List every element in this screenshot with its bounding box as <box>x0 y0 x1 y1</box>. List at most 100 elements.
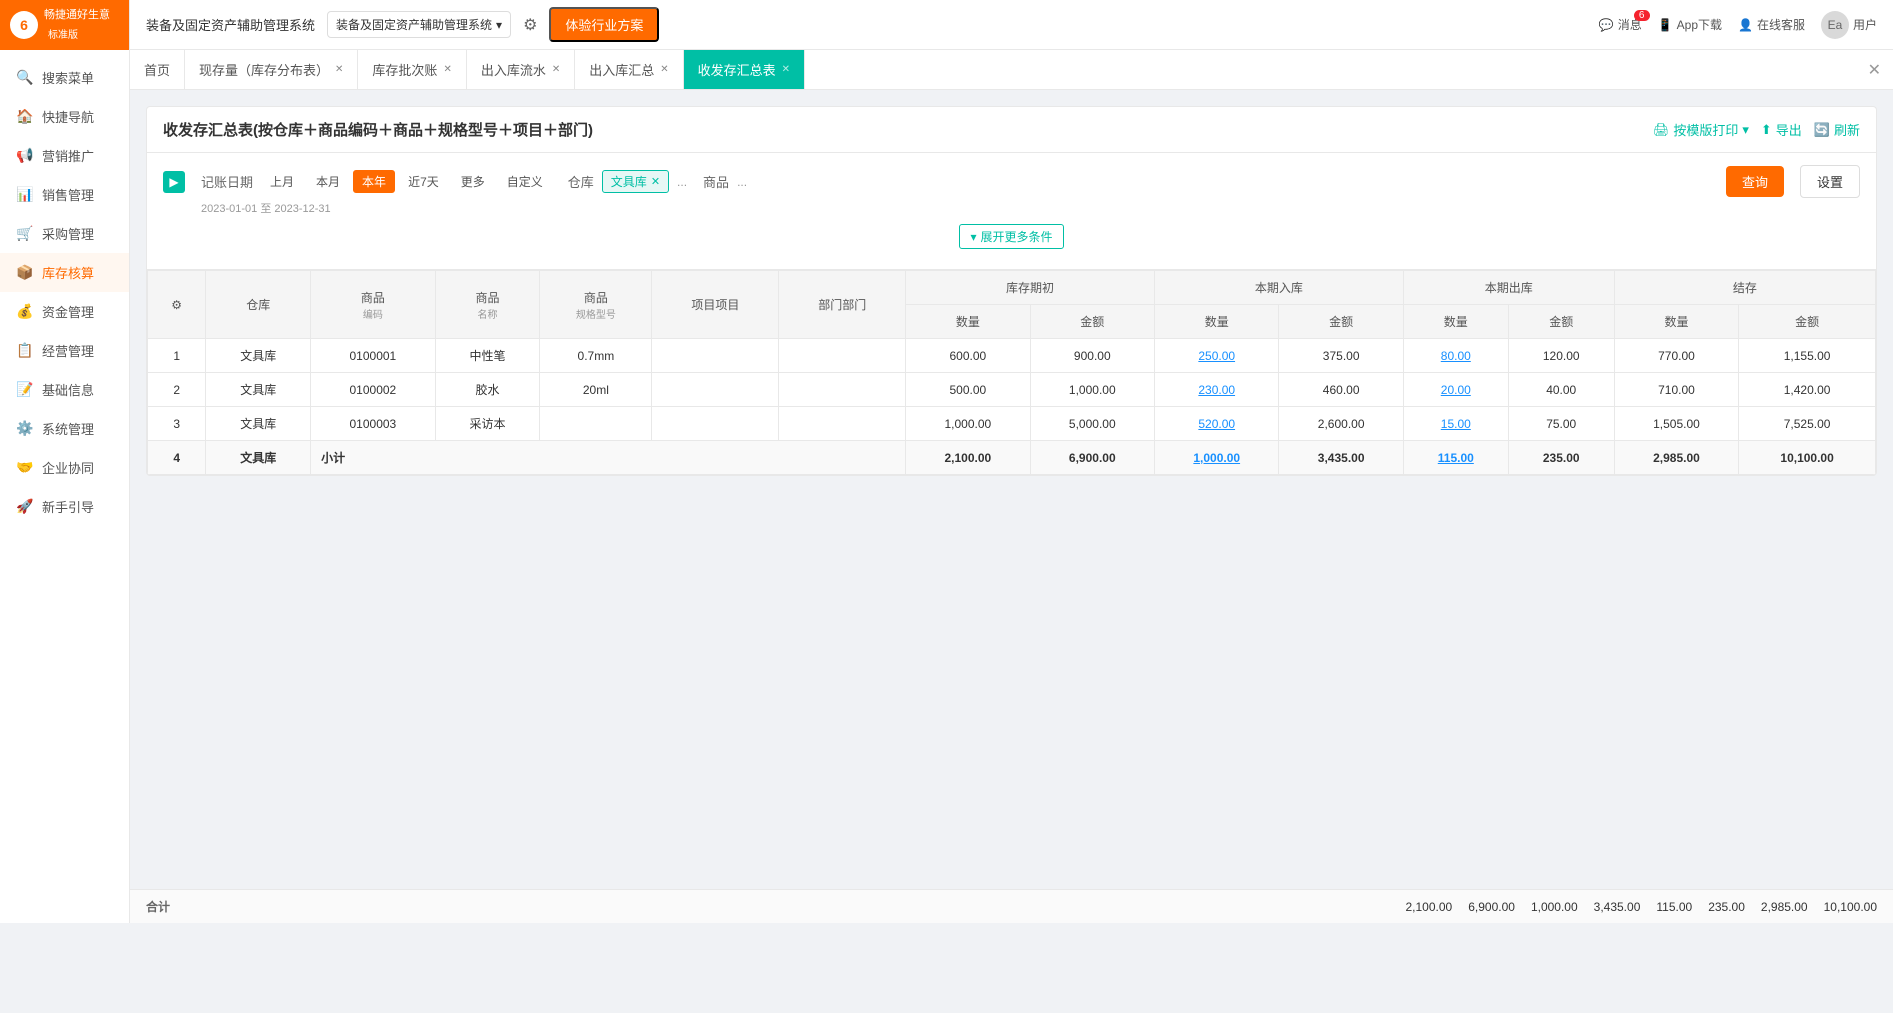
opening-qty-header: 数量 <box>906 305 1030 339</box>
table-row: 2 文具库 0100002 胶水 20ml 500.00 1,000.00 23… <box>148 373 1876 407</box>
collab-icon: 🤝 <box>16 459 34 477</box>
marketing-icon: 📢 <box>16 147 34 165</box>
search-icon: 🔍 <box>16 69 34 87</box>
opening-header: 库存期初 <box>906 271 1155 305</box>
opening-amount-header: 金额 <box>1030 305 1154 339</box>
total-in-qty: 1,000.00 <box>1531 900 1578 914</box>
app-download-button[interactable]: 📱 App下载 <box>1658 16 1722 33</box>
goods-code-header: 商品编码 <box>311 271 435 339</box>
user-menu[interactable]: Ea 用户 <box>1821 11 1877 39</box>
total-out-amount: 235.00 <box>1708 900 1745 914</box>
out-header: 本期出库 <box>1403 271 1614 305</box>
date-btn-7days[interactable]: 近7天 <box>399 170 448 193</box>
topbar-right: 💬 消息 6 📱 App下载 👤 在线客服 Ea 用户 <box>1599 11 1877 39</box>
sidebar-item-purchase[interactable]: 🛒 采购管理 <box>0 214 129 253</box>
export-icon: ⬆ <box>1761 122 1772 138</box>
tab-close-all-button[interactable]: ✕ <box>1856 50 1893 89</box>
purchase-icon: 🛒 <box>16 225 34 243</box>
date-options: 上月 本月 本年 近7天 更多 自定义 <box>261 170 552 193</box>
finance-icon: 💰 <box>16 303 34 321</box>
goods-filter: 商品 ... <box>703 172 747 191</box>
basic-icon: 📝 <box>16 381 34 399</box>
warehouse-more-btn[interactable]: ... <box>677 175 687 189</box>
table-row: 1 文具库 0100001 中性笔 0.7mm 600.00 900.00 25… <box>148 339 1876 373</box>
date-btn-this-year[interactable]: 本年 <box>353 170 395 193</box>
filter-row-1: ▶ 记账日期 上月 本月 本年 近7天 更多 自定义 仓库 文具库 <box>163 165 1860 198</box>
sidebar-item-label: 采购管理 <box>42 224 94 243</box>
tab-close-icon[interactable]: ✕ <box>443 64 451 75</box>
total-out-qty: 115.00 <box>1656 900 1692 914</box>
bottom-total-bar: 合计 2,100.00 6,900.00 1,000.00 3,435.00 1… <box>130 889 1893 923</box>
guide-icon: 🚀 <box>16 498 34 516</box>
sidebar-item-label: 快捷导航 <box>42 107 94 126</box>
print-icon: 🖨 <box>1653 122 1670 138</box>
sidebar-item-marketing[interactable]: 📢 营销推广 <box>0 136 129 175</box>
sidebar-item-guide[interactable]: 🚀 新手引导 <box>0 487 129 526</box>
warehouse-filter: 仓库 文具库 ✕ ... <box>568 170 687 193</box>
goods-more-btn[interactable]: ... <box>737 175 747 189</box>
sidebar-item-operations[interactable]: 📋 经营管理 <box>0 331 129 370</box>
topbar: 装备及固定资产辅助管理系统 装备及固定资产辅助管理系统 ▾ ⚙ 体验行业方案 💬… <box>130 0 1893 50</box>
date-btn-last-month[interactable]: 上月 <box>261 170 303 193</box>
sidebar-item-label: 营销推广 <box>42 146 94 165</box>
sidebar-item-finance[interactable]: 💰 资金管理 <box>0 292 129 331</box>
page-header: 收发存汇总表(按仓库＋商品编码＋商品＋规格型号＋项目＋部门) 🖨 按模版打印 ▾… <box>146 106 1877 152</box>
tab-close-icon[interactable]: ✕ <box>660 64 668 75</box>
tab-close-icon[interactable]: ✕ <box>552 64 560 75</box>
tab-close-icon[interactable]: ✕ <box>335 64 343 75</box>
sidebar-item-label: 库存核算 <box>42 263 94 282</box>
data-table: ⚙ 仓库 商品编码 商品名称 商品规格型号 项目项目 部门部门 库存期初 本期入… <box>146 269 1877 476</box>
system-selector[interactable]: 装备及固定资产辅助管理系统 ▾ <box>327 11 511 38</box>
sidebar-item-sales[interactable]: 📊 销售管理 <box>0 175 129 214</box>
date-btn-this-month[interactable]: 本月 <box>307 170 349 193</box>
tab-batch[interactable]: 库存批次账 ✕ <box>358 50 466 89</box>
sidebar: 6 畅捷通好生意 标准版 🔍 搜索菜单 🏠 快捷导航 📢 营销推广 📊 销售管理… <box>0 0 130 923</box>
sidebar-item-label: 资金管理 <box>42 302 94 321</box>
total-opening-amount: 6,900.00 <box>1468 900 1515 914</box>
settings-btn[interactable]: 设置 <box>1800 165 1860 198</box>
settings-icon[interactable]: ⚙ <box>523 15 537 35</box>
sidebar-item-label: 经营管理 <box>42 341 94 360</box>
operations-icon: 📋 <box>16 342 34 360</box>
expand-filter-button[interactable]: ▾ 展开更多条件 <box>959 224 1063 249</box>
date-range-display: 2023-01-01 至 2023-12-31 <box>201 200 1860 216</box>
filter-area: ▶ 记账日期 上月 本月 本年 近7天 更多 自定义 仓库 文具库 <box>146 152 1877 269</box>
online-service-button[interactable]: 👤 在线客服 <box>1738 16 1805 33</box>
sidebar-item-label: 基础信息 <box>42 380 94 399</box>
goods-filter-label: 商品 <box>703 172 729 191</box>
tab-inventory-dist[interactable]: 现存量（库存分布表） ✕ <box>185 50 358 89</box>
sidebar-item-quicknav[interactable]: 🏠 快捷导航 <box>0 97 129 136</box>
warehouse-remove-icon[interactable]: ✕ <box>651 175 660 188</box>
tab-flow[interactable]: 出入库流水 ✕ <box>467 50 575 89</box>
tab-home[interactable]: 首页 <box>130 50 185 89</box>
filter-toggle-icon[interactable]: ▶ <box>163 171 185 193</box>
date-btn-more[interactable]: 更多 <box>452 170 494 193</box>
query-button[interactable]: 查询 <box>1726 166 1784 197</box>
tab-close-icon[interactable]: ✕ <box>782 64 790 75</box>
page-actions: 🖨 按模版打印 ▾ ⬆ 导出 🔄 刷新 <box>1653 120 1860 139</box>
out-qty-header: 数量 <box>1403 305 1508 339</box>
warehouse-filter-label: 仓库 <box>568 172 594 191</box>
refresh-button[interactable]: 🔄 刷新 <box>1814 120 1860 139</box>
tab-summary[interactable]: 出入库汇总 ✕ <box>575 50 683 89</box>
inventory-icon: 📦 <box>16 264 34 282</box>
sidebar-item-basic[interactable]: 📝 基础信息 <box>0 370 129 409</box>
system-name: 装备及固定资产辅助管理系统 <box>146 15 315 34</box>
sidebar-logo: 6 畅捷通好生意 标准版 <box>0 0 129 50</box>
print-button[interactable]: 🖨 按模版打印 ▾ <box>1653 120 1749 139</box>
expand-icon: ▾ <box>970 230 976 244</box>
export-button[interactable]: ⬆ 导出 <box>1761 120 1802 139</box>
sidebar-item-inventory[interactable]: 📦 库存核算 <box>0 253 129 292</box>
in-qty-header: 数量 <box>1155 305 1279 339</box>
sidebar-item-system[interactable]: ⚙️ 系统管理 <box>0 409 129 448</box>
sidebar-item-collab[interactable]: 🤝 企业协同 <box>0 448 129 487</box>
avatar: Ea <box>1821 11 1849 39</box>
sidebar-item-label: 新手引导 <box>42 497 94 516</box>
tab-receipt-summary[interactable]: 收发存汇总表 ✕ <box>684 50 805 89</box>
message-button[interactable]: 💬 消息 6 <box>1599 16 1642 33</box>
date-btn-custom[interactable]: 自定义 <box>498 170 552 193</box>
out-amount-header: 金额 <box>1508 305 1614 339</box>
table-settings-header[interactable]: ⚙ <box>148 271 206 339</box>
trial-button[interactable]: 体验行业方案 <box>549 7 659 42</box>
sidebar-item-search[interactable]: 🔍 搜索菜单 <box>0 58 129 97</box>
